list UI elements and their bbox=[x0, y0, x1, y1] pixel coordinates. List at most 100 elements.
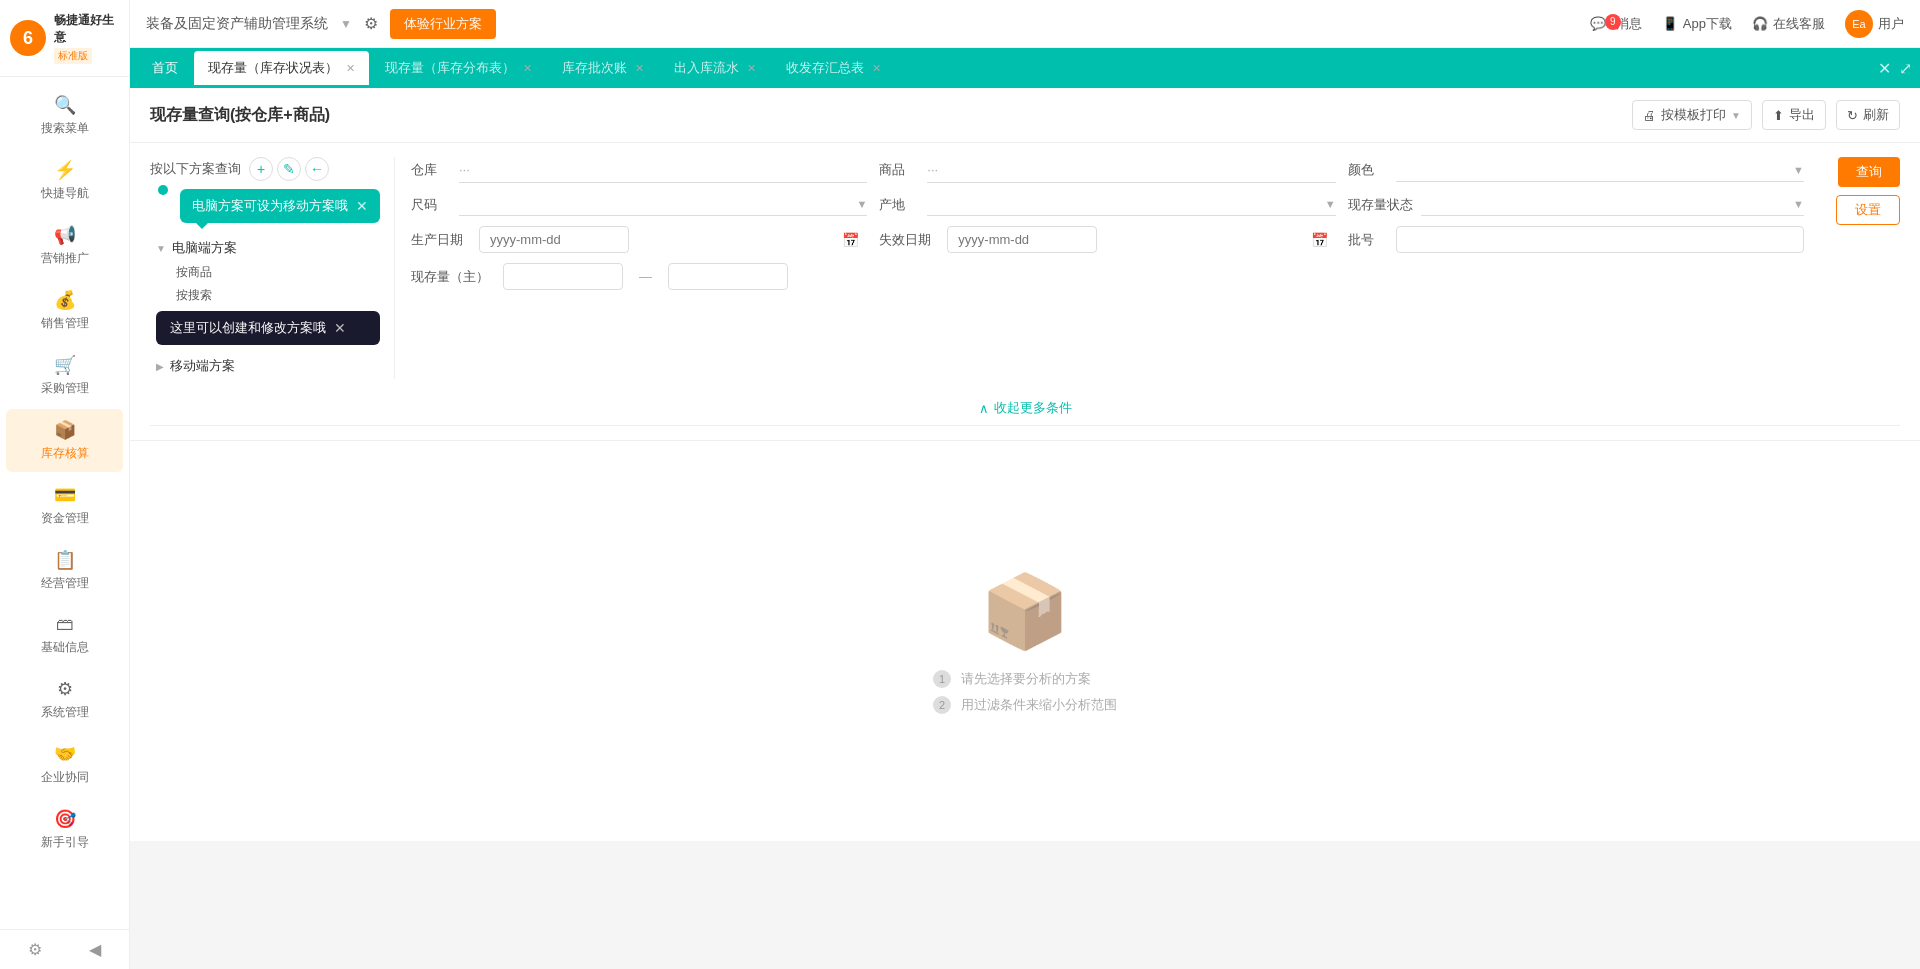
mobile-scheme-header[interactable]: ▶ 移动端方案 bbox=[150, 353, 380, 379]
size-dropdown-icon: ▼ bbox=[856, 198, 867, 210]
scheme-item-search[interactable]: 按搜索 bbox=[170, 284, 380, 307]
tab-stock-dist-label: 现存量（库存分布表） bbox=[385, 59, 515, 77]
scheme-item-by-goods[interactable]: 按商品 bbox=[170, 261, 380, 284]
color-input[interactable]: ▼ bbox=[1396, 159, 1804, 182]
tab-home[interactable]: 首页 bbox=[138, 53, 192, 83]
app-download-btn[interactable]: 📱 App下载 bbox=[1662, 15, 1732, 33]
export-btn[interactable]: ⬆ 导出 bbox=[1762, 100, 1826, 130]
origin-label: 产地 bbox=[879, 196, 919, 214]
header-left: 装备及固定资产辅助管理系统 ▼ ⚙ 体验行业方案 bbox=[146, 9, 496, 39]
stock-min-input[interactable] bbox=[503, 263, 623, 290]
warehouse-input[interactable]: ··· bbox=[459, 157, 867, 183]
print-btn[interactable]: 🖨 按模板打印 ▼ bbox=[1632, 100, 1752, 130]
tab-batch-acct[interactable]: 库存批次账 ✕ bbox=[548, 51, 658, 85]
quicknav-icon: ⚡ bbox=[54, 159, 76, 181]
mobile-scheme-group: ▶ 移动端方案 bbox=[150, 353, 380, 379]
goods-input[interactable]: ··· bbox=[927, 157, 1335, 183]
tab-stock-dist-close[interactable]: ✕ bbox=[523, 62, 532, 75]
support-label: 在线客服 bbox=[1773, 15, 1825, 33]
stock-status-input[interactable]: ▼ bbox=[1421, 193, 1804, 216]
expire-date-input[interactable] bbox=[947, 226, 1097, 253]
user-menu[interactable]: Ea 用户 bbox=[1845, 10, 1904, 38]
trial-btn[interactable]: 体验行业方案 bbox=[390, 9, 496, 39]
online-support-btn[interactable]: 🎧 在线客服 bbox=[1752, 15, 1825, 33]
prod-date-calendar-icon[interactable]: 📅 bbox=[842, 232, 859, 248]
sidebar-item-operations[interactable]: 📋 经营管理 bbox=[6, 539, 123, 602]
batch-input[interactable] bbox=[1396, 226, 1804, 253]
tab-batch-acct-label: 库存批次账 bbox=[562, 59, 627, 77]
desktop-scheme-header[interactable]: ▼ 电脑端方案 bbox=[150, 235, 380, 261]
back-scheme-btn[interactable]: ← bbox=[305, 157, 329, 181]
settings-bottom-icon[interactable]: ⚙ bbox=[28, 940, 42, 959]
sidebar-item-newbie[interactable]: 🎯 新手引导 bbox=[6, 798, 123, 861]
refresh-btn[interactable]: ↻ 刷新 bbox=[1836, 100, 1900, 130]
origin-input[interactable]: ▼ bbox=[927, 193, 1335, 216]
gear-icon[interactable]: ⚙ bbox=[364, 14, 378, 33]
sidebar-item-finance[interactable]: 💳 资金管理 bbox=[6, 474, 123, 537]
goods-field: 商品 ··· bbox=[879, 157, 1335, 183]
filter-label: 按以下方案查询 bbox=[150, 160, 241, 178]
sidebar-item-purchase[interactable]: 🛒 采购管理 bbox=[6, 344, 123, 407]
tooltip-bubble-2: 这里可以创建和修改方案哦 ✕ bbox=[156, 311, 380, 345]
dot-indicator-1 bbox=[158, 185, 168, 195]
settings-btn[interactable]: 设置 bbox=[1836, 195, 1900, 225]
sidebar-item-collab[interactable]: 🤝 企业协同 bbox=[6, 733, 123, 796]
sidebar-item-system[interactable]: ⚙ 系统管理 bbox=[6, 668, 123, 731]
sidebar-label-marketing: 营销推广 bbox=[41, 250, 89, 267]
page-title: 现存量查询(按仓库+商品) bbox=[150, 105, 330, 126]
add-scheme-btn[interactable]: + bbox=[249, 157, 273, 181]
message-btn[interactable]: 💬 9 消息 bbox=[1590, 15, 1642, 33]
sidebar-item-inventory[interactable]: 📦 库存核算 bbox=[6, 409, 123, 472]
page-header: 现存量查询(按仓库+商品) 🖨 按模板打印 ▼ ⬆ 导出 ↻ 刷新 bbox=[130, 88, 1920, 143]
close-all-tabs-icon[interactable]: ✕ bbox=[1878, 59, 1891, 78]
sidebar-bottom: ⚙ ◀ bbox=[0, 929, 129, 969]
page-actions: 🖨 按模板打印 ▼ ⬆ 导出 ↻ 刷新 bbox=[1632, 100, 1900, 130]
collapse-sidebar-icon[interactable]: ◀ bbox=[89, 940, 101, 959]
search-btn[interactable]: 查询 bbox=[1838, 157, 1900, 187]
sidebar-item-search[interactable]: 🔍 搜索菜单 bbox=[6, 84, 123, 147]
search-buttons: 查询 设置 bbox=[1820, 157, 1900, 225]
filter-fields: 仓库 ··· 商品 ··· 颜色 bbox=[411, 157, 1804, 296]
scheme-action-btns: + ✎ ← bbox=[249, 157, 329, 181]
logo-title: 畅捷通好生意 bbox=[54, 12, 119, 46]
tab-stock-status[interactable]: 现存量（库存状况表） ✕ bbox=[194, 51, 369, 85]
size-input[interactable]: ▼ bbox=[459, 193, 867, 216]
sidebar-item-quicknav[interactable]: ⚡ 快捷导航 bbox=[6, 149, 123, 212]
scheme-item-goods-label: 按商品 bbox=[176, 264, 212, 281]
color-field: 颜色 ▼ bbox=[1348, 159, 1804, 182]
maximize-icon[interactable]: ⤢ bbox=[1899, 59, 1912, 78]
sidebar-item-marketing[interactable]: 📢 营销推广 bbox=[6, 214, 123, 277]
mobile-scheme-label: 移动端方案 bbox=[170, 357, 235, 375]
tab-batch-acct-close[interactable]: ✕ bbox=[635, 62, 644, 75]
sidebar-label-sales: 销售管理 bbox=[41, 315, 89, 332]
avatar-text: Ea bbox=[1852, 18, 1865, 30]
message-icon: 💬 bbox=[1590, 16, 1606, 31]
dropdown-arrow-icon: ▼ bbox=[340, 17, 352, 31]
sidebar-item-sales[interactable]: 💰 销售管理 bbox=[6, 279, 123, 342]
sidebar-item-basic[interactable]: 🗃 基础信息 bbox=[6, 604, 123, 666]
expire-date-calendar-icon[interactable]: 📅 bbox=[1311, 232, 1328, 248]
sidebar-label-finance: 资金管理 bbox=[41, 510, 89, 527]
tab-stock-dist[interactable]: 现存量（库存分布表） ✕ bbox=[371, 51, 546, 85]
tab-inout-flow-close[interactable]: ✕ bbox=[747, 62, 756, 75]
tab-recv-summary-close[interactable]: ✕ bbox=[872, 62, 881, 75]
app-label: App下载 bbox=[1683, 15, 1732, 33]
tooltip2-close[interactable]: ✕ bbox=[334, 320, 346, 336]
filter-section: 按以下方案查询 + ✎ ← 电脑方案可设为移动方案哦 ✕ bbox=[130, 143, 1920, 441]
collapse-bar[interactable]: ∧ 收起更多条件 bbox=[150, 391, 1900, 426]
goods-label: 商品 bbox=[879, 161, 919, 179]
edit-scheme-btn[interactable]: ✎ bbox=[277, 157, 301, 181]
prod-date-input[interactable] bbox=[479, 226, 629, 253]
stock-max-input[interactable] bbox=[668, 263, 788, 290]
empty-step-1: 1 请先选择要分析的方案 bbox=[933, 670, 1117, 688]
tab-stock-status-close[interactable]: ✕ bbox=[346, 62, 355, 75]
tab-inout-flow[interactable]: 出入库流水 ✕ bbox=[660, 51, 770, 85]
tooltip1-close[interactable]: ✕ bbox=[356, 198, 368, 214]
batch-label: 批号 bbox=[1348, 231, 1388, 249]
marketing-icon: 📢 bbox=[54, 224, 76, 246]
stock-main-label: 现存量（主） bbox=[411, 268, 491, 286]
desktop-scheme-items: 按商品 按搜索 bbox=[150, 261, 380, 307]
tab-right-btns: ✕ ⤢ bbox=[1878, 59, 1912, 78]
tab-recv-summary[interactable]: 收发存汇总表 ✕ bbox=[772, 51, 895, 85]
expire-date-label: 失效日期 bbox=[879, 231, 939, 249]
